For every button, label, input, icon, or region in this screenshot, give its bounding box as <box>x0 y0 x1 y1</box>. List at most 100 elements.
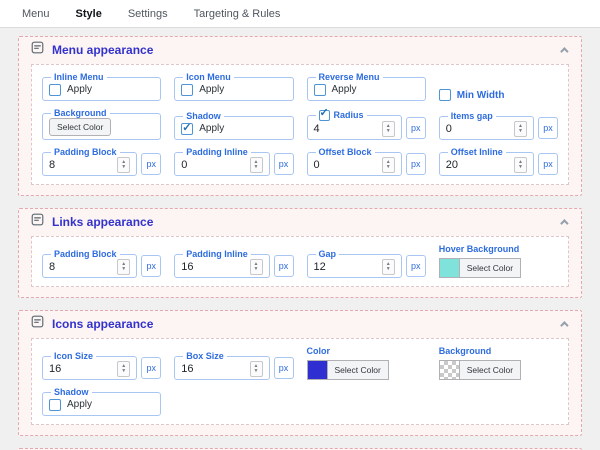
tab-menu[interactable]: Menu <box>22 8 50 20</box>
links-padding-inline-input[interactable]: 16 <box>181 261 193 273</box>
section-body-menu-appearance: Inline Menu Apply Icon Menu Apply Revers… <box>31 64 569 185</box>
field-label: Reverse Menu <box>318 72 380 82</box>
section-title: Links appearance <box>52 215 154 229</box>
stepper-down-icon[interactable]: ▼ <box>121 266 126 272</box>
section-header-icons-appearance[interactable]: Icons appearance <box>19 311 581 337</box>
icon-color-swatch[interactable] <box>306 360 327 380</box>
links-padding-block-input[interactable]: 8 <box>49 261 55 273</box>
stepper[interactable]: ▲ ▼ <box>514 120 527 137</box>
stepper-down-icon[interactable]: ▼ <box>386 164 391 170</box>
icon-size-input[interactable]: 16 <box>49 363 61 375</box>
field-label: Hover Background <box>438 244 520 254</box>
stepper-down-icon[interactable]: ▼ <box>121 164 126 170</box>
unit-px: px <box>273 357 294 379</box>
stepper[interactable]: ▲ ▼ <box>249 360 263 377</box>
stepper[interactable]: ▲ ▼ <box>117 360 131 377</box>
min-width-checkbox[interactable] <box>438 89 451 101</box>
section-body-icons-appearance: Icon Size 16 ▲ ▼ px Box Size 16 ▲ ▼ px C… <box>31 338 569 425</box>
collapse-chevron-icon[interactable] <box>557 44 569 56</box>
unit-px: px <box>273 255 294 277</box>
stepper[interactable]: ▲ ▼ <box>249 258 263 275</box>
collapse-chevron-icon[interactable] <box>557 318 569 330</box>
icon-color-select-color-button[interactable]: Select Color <box>326 360 389 380</box>
field-label: Radius <box>333 110 364 120</box>
stepper[interactable]: ▲ ▼ <box>514 156 527 173</box>
stepper-down-icon[interactable]: ▼ <box>518 128 523 134</box>
stepper[interactable]: ▲ ▼ <box>117 258 131 275</box>
section-menu-appearance: Menu appearance Inline Menu Apply Icon M… <box>18 36 582 196</box>
field-items-gap: Items gap 0 ▲ ▼ px <box>438 109 558 140</box>
field-icon-shadow: Shadow Apply <box>42 387 162 416</box>
links-gap-input[interactable]: 12 <box>314 261 326 273</box>
section-title: Menu appearance <box>52 43 154 57</box>
unit-px: px <box>141 153 162 175</box>
unit-px: px <box>405 153 426 175</box>
style-settings-content: Menu appearance Inline Menu Apply Icon M… <box>0 28 600 450</box>
icon-menu-checkbox[interactable] <box>181 83 194 96</box>
stepper[interactable]: ▲ ▼ <box>117 156 131 173</box>
tab-style[interactable]: Style <box>76 8 102 20</box>
stepper[interactable]: ▲ ▼ <box>381 156 395 173</box>
stepper-down-icon[interactable]: ▼ <box>386 128 391 134</box>
field-label: Color <box>306 346 331 356</box>
section-header-links-appearance[interactable]: Links appearance <box>19 209 581 235</box>
padding-block-input[interactable]: 8 <box>49 159 55 171</box>
stepper-down-icon[interactable]: ▼ <box>518 164 523 170</box>
stepper-down-icon[interactable]: ▼ <box>121 368 126 374</box>
icon-background-select-color-button[interactable]: Select Color <box>458 360 522 380</box>
field-icon-background: Background Select Color <box>438 347 558 380</box>
field-label: Offset Block <box>318 147 372 157</box>
unit-px: px <box>538 117 558 139</box>
field-background: Background Select Color <box>42 108 162 140</box>
offset-block-input[interactable]: 0 <box>314 159 320 171</box>
items-gap-input[interactable]: 0 <box>446 123 452 135</box>
shadow-checkbox[interactable] <box>181 121 194 135</box>
field-label: Shadow <box>54 387 89 397</box>
field-label: Background <box>54 108 107 118</box>
unit-px: px <box>538 153 558 175</box>
stepper[interactable]: ▲ ▼ <box>381 258 395 275</box>
hover-background-swatch[interactable] <box>438 258 459 278</box>
stepper-down-icon[interactable]: ▼ <box>254 164 259 170</box>
field-min-width: Min Width <box>438 73 558 101</box>
box-size-input[interactable]: 16 <box>181 363 193 375</box>
field-radius: Radius 4 ▲▼ px <box>306 108 426 140</box>
checkbox-label: Apply <box>331 84 357 95</box>
stepper-down-icon[interactable]: ▼ <box>386 266 391 272</box>
stepper-down-icon[interactable]: ▼ <box>254 266 259 272</box>
section-header-menu-appearance[interactable]: Menu appearance <box>19 37 581 63</box>
stepper-down-icon[interactable]: ▼ <box>254 368 259 374</box>
radius-checkbox[interactable] <box>318 108 330 121</box>
field-label: Padding Inline <box>186 147 248 157</box>
field-offset-inline: Offset Inline 20 ▲ ▼ px <box>438 148 558 176</box>
hover-background-select-color-button[interactable]: Select Color <box>458 258 522 278</box>
stepper[interactable]: ▲ ▼ <box>249 156 263 173</box>
icon-shadow-checkbox[interactable] <box>49 398 61 411</box>
unit-px: px <box>141 357 162 379</box>
field-offset-block: Offset Block 0 ▲ ▼ px <box>306 147 426 176</box>
checkbox-label: Apply <box>67 399 93 410</box>
offset-inline-input[interactable]: 20 <box>446 159 458 171</box>
links-appearance-icon <box>31 213 44 231</box>
stepper[interactable]: ▲ ▼ <box>381 120 395 137</box>
background-select-color-button[interactable]: Select Color <box>49 118 112 136</box>
section-title: Icons appearance <box>52 317 154 331</box>
tab-targeting-rules[interactable]: Targeting & Rules <box>194 8 281 20</box>
unit-px: px <box>141 255 162 277</box>
inline-menu-checkbox[interactable] <box>49 83 61 96</box>
field-shadow: Shadow Apply <box>174 109 294 140</box>
field-label: Icon Size <box>54 351 94 361</box>
reverse-menu-checkbox[interactable] <box>313 83 326 96</box>
field-links-padding-inline: Padding Inline 16 ▲ ▼ px <box>174 245 294 278</box>
radius-input[interactable]: 4 <box>314 123 320 135</box>
padding-inline-input[interactable]: 0 <box>181 159 187 171</box>
unit-px: px <box>405 117 426 139</box>
field-label: Icon Menu <box>186 72 231 82</box>
field-label: Items gap <box>450 111 493 121</box>
unit-px: px <box>405 255 426 277</box>
collapse-chevron-icon[interactable] <box>557 216 569 228</box>
field-label: Padding Block <box>54 147 117 157</box>
tab-settings[interactable]: Settings <box>128 8 168 20</box>
icon-background-swatch[interactable] <box>438 360 459 380</box>
field-label: Box Size <box>186 351 224 361</box>
